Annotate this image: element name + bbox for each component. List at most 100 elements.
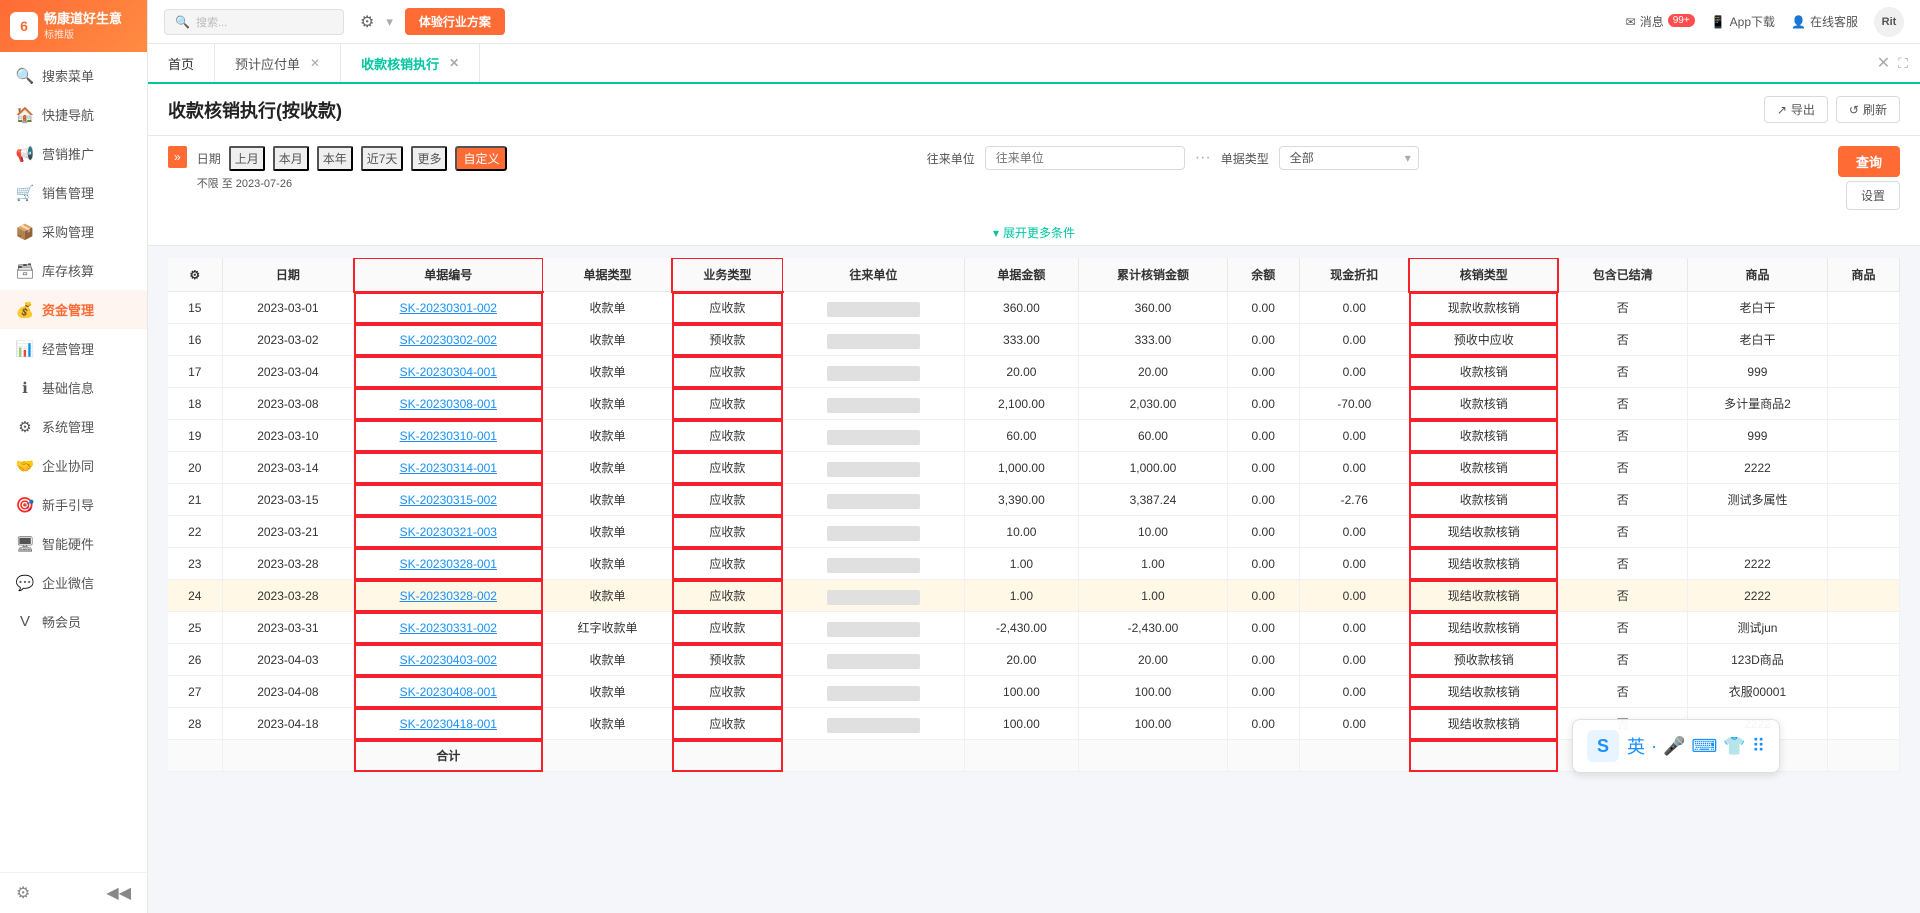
cell-balance: 0.00 (1227, 580, 1299, 612)
sidebar-item-quick-nav[interactable]: 🏠快捷导航 (0, 95, 147, 134)
cell-date: 2023-03-15 (222, 484, 354, 516)
sidebar-label-basic: 基础信息 (42, 378, 94, 397)
sidebar-item-sales[interactable]: 🛒销售管理 (0, 173, 147, 212)
bill-no-link[interactable]: SK-20230314-001 (400, 461, 497, 475)
date-prev-month[interactable]: 上月 (229, 146, 265, 171)
bill-no-link[interactable]: SK-20230408-001 (400, 685, 497, 699)
bill-no-link[interactable]: SK-20230418-001 (400, 717, 497, 731)
cell-bill-no: SK-20230310-001 (354, 420, 543, 452)
sidebar-item-operations[interactable]: 📊经营管理 (0, 329, 147, 368)
bill-no-link[interactable]: SK-20230315-002 (400, 493, 497, 507)
brand-overlay: S 英 · 🎤 ⌨ 👕 ⠿ (1572, 719, 1780, 773)
sidebar-item-search[interactable]: 🔍搜索菜单 (0, 56, 147, 95)
tab-prepay[interactable]: 预计应付单 ✕ (215, 44, 341, 82)
cell-date: 2023-03-02 (222, 324, 354, 356)
sidebar-item-guide[interactable]: 🎯新手引导 (0, 485, 147, 524)
user-avatar[interactable]: Rit (1874, 7, 1904, 37)
sidebar-item-hardware[interactable]: 🖥智能硬件 (0, 524, 147, 563)
partner-input[interactable] (985, 146, 1185, 170)
service-btn[interactable]: 👤 在线客服 (1791, 13, 1858, 30)
col-settings[interactable]: ⚙ (168, 258, 222, 292)
topbar-search[interactable]: 🔍 搜索... (164, 9, 344, 35)
tab-maximize-icon[interactable]: ⛶ (1898, 55, 1908, 72)
sidebar-item-purchase[interactable]: 📦采购管理 (0, 212, 147, 251)
sidebar-item-system[interactable]: ⚙系统管理 (0, 407, 147, 446)
inventory-icon: 🗃 (16, 262, 34, 280)
message-btn[interactable]: ✉ 消息 99+ (1626, 13, 1695, 30)
export-btn[interactable]: ↗ 导出 (1764, 96, 1828, 123)
cell-bill-no: SK-20230314-001 (354, 452, 543, 484)
solution-btn[interactable]: 体验行业方案 (405, 8, 505, 35)
tab-prepay-close[interactable]: ✕ (310, 56, 320, 70)
setting-btn[interactable]: 设置 (1846, 181, 1900, 210)
tab-collect[interactable]: 收款核销执行 ✕ (341, 44, 480, 82)
bill-type-select[interactable]: 全部 收款单 红字收款单 (1279, 146, 1419, 170)
brand-icon-5: 👕 (1723, 736, 1745, 757)
bill-no-link[interactable]: SK-20230304-001 (400, 365, 497, 379)
date-this-month[interactable]: 本月 (273, 146, 309, 171)
table-scroll[interactable]: ⚙ 日期 单据编号 单据类型 业务类型 往来单位 单据金额 累计核销金额 余额 … (168, 258, 1900, 772)
bill-no-link[interactable]: SK-20230321-003 (400, 525, 497, 539)
sidebar-item-marketing[interactable]: 📢营销推广 (0, 134, 147, 173)
cell-discount: 0.00 (1299, 580, 1409, 612)
cell-include-settled: 否 (1558, 420, 1687, 452)
sidebar-item-member[interactable]: V畅会员 (0, 602, 147, 641)
col-partner: 往来单位 (783, 258, 965, 292)
partner-dots[interactable]: ··· (1195, 149, 1211, 167)
logo-name: 畅康道好生意 (44, 11, 122, 27)
sidebar-item-wechat[interactable]: 💬企业微信 (0, 563, 147, 602)
app-download-btn[interactable]: 📱 App下载 (1711, 13, 1775, 30)
tab-collect-close[interactable]: ✕ (449, 56, 459, 70)
date-custom-btn[interactable]: 自定义 (455, 146, 507, 171)
cell-idx: 22 (168, 516, 222, 548)
date-more[interactable]: 更多 (411, 146, 447, 171)
cell-date: 2023-03-28 (222, 548, 354, 580)
cell-partner: ████████ (783, 452, 965, 484)
bill-no-link[interactable]: SK-20230310-001 (400, 429, 497, 443)
app-icon: 📱 (1711, 15, 1726, 29)
col-goods: 商品 (1687, 258, 1827, 292)
bill-no-link[interactable]: SK-20230301-002 (400, 301, 497, 315)
cell-idx: 27 (168, 676, 222, 708)
cell-amount: 333.00 (964, 324, 1079, 356)
cell-goods2 (1827, 516, 1899, 548)
refresh-btn[interactable]: ↺ 刷新 (1836, 96, 1900, 123)
bill-no-link[interactable]: SK-20230328-001 (400, 557, 497, 571)
cell-bill-type: 收款单 (543, 548, 672, 580)
bill-no-link[interactable]: SK-20230328-002 (400, 589, 497, 603)
cell-bill-no: SK-20230304-001 (354, 356, 543, 388)
bill-no-link[interactable]: SK-20230403-002 (400, 653, 497, 667)
table-row: 17 2023-03-04 SK-20230304-001 收款单 应收款 ██… (168, 356, 1900, 388)
cell-amount: 100.00 (964, 708, 1079, 740)
sidebar-item-inventory[interactable]: 🗃库存核算 (0, 251, 147, 290)
gear-icon[interactable]: ⚙ (360, 12, 374, 32)
cell-balance: 0.00 (1227, 324, 1299, 356)
query-btn[interactable]: 查询 (1838, 146, 1900, 177)
date-this-year[interactable]: 本年 (317, 146, 353, 171)
sidebar-item-basic[interactable]: ℹ基础信息 (0, 368, 147, 407)
table-row: 21 2023-03-15 SK-20230315-002 收款单 应收款 ██… (168, 484, 1900, 516)
settings-icon[interactable]: ⚙ (16, 883, 30, 903)
cell-amount: 1.00 (964, 580, 1079, 612)
sidebar-label-operations: 经营管理 (42, 339, 94, 358)
bill-no-link[interactable]: SK-20230331-002 (400, 621, 497, 635)
cell-verified: 20.00 (1079, 644, 1228, 676)
sidebar-item-finance[interactable]: 💰资金管理 (0, 290, 147, 329)
page-header: 收款核销执行(按收款) ↗ 导出 ↺ 刷新 (148, 84, 1920, 136)
bill-no-link[interactable]: SK-20230308-001 (400, 397, 497, 411)
tab-home[interactable]: 首页 (148, 44, 215, 82)
collapse-icon[interactable]: ◀◀ (106, 883, 131, 903)
bill-no-link[interactable]: SK-20230302-002 (400, 333, 497, 347)
filter-expand-btn[interactable]: » (168, 146, 187, 168)
topbar: 🔍 搜索... ⚙ ▾ 体验行业方案 ✉ 消息 99+ 📱 App下载 👤 在线… (148, 0, 1920, 44)
cell-bill-no: SK-20230403-002 (354, 644, 543, 676)
expand-more-btn[interactable]: ▾ 展开更多条件 (168, 220, 1900, 245)
cell-partner: ████████ (783, 420, 965, 452)
cell-bill-type: 红字收款单 (543, 612, 672, 644)
date-7days[interactable]: 近7天 (361, 146, 404, 171)
tab-close-all-icon[interactable]: ✕ (1877, 53, 1890, 73)
cell-biz-type: 应收款 (672, 356, 782, 388)
brand-icon-3: 🎤 (1663, 736, 1685, 757)
sidebar-item-collab[interactable]: 🤝企业协同 (0, 446, 147, 485)
sidebar-label-collab: 企业协同 (42, 456, 94, 475)
